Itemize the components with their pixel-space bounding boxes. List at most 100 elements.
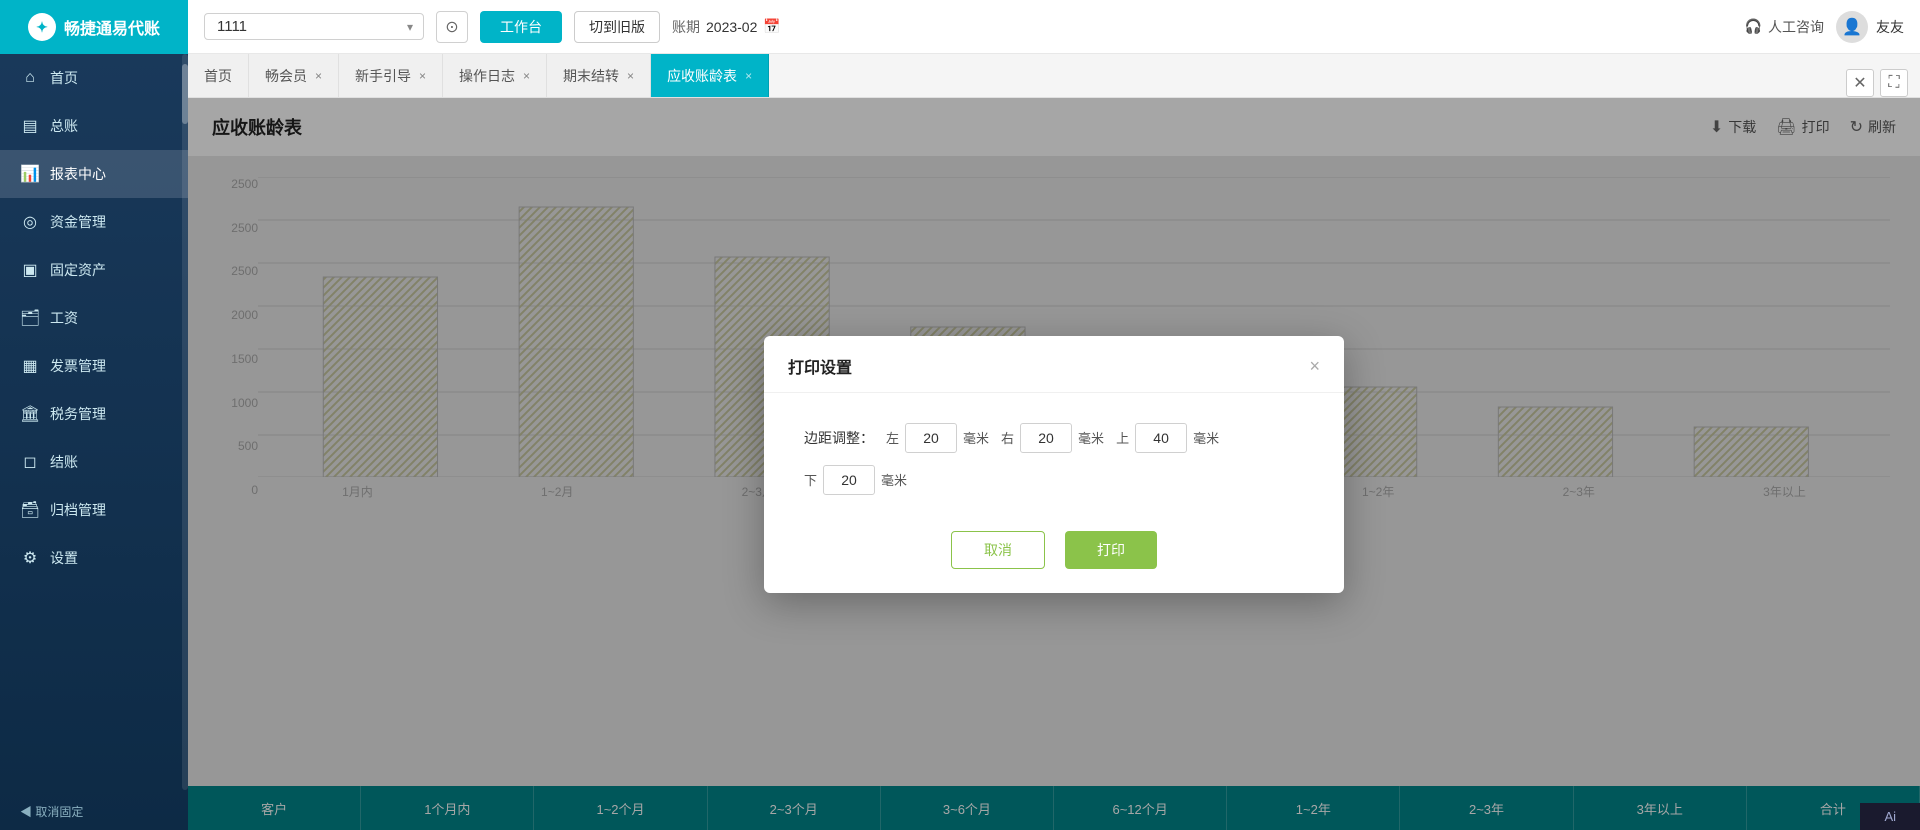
main-area: 1111 ▾ ⊙ 工作台 切到旧版 账期 2023-02 📅 🎧 人工咨询 👤 … [188,0,1920,830]
sidebar: ✦ 畅捷通易代账 ⌂ 首页 ▤ 总账 📊 报表中心 ◎ 资金管理 ▣ 固定资产 … [0,0,188,830]
support-icon: 🎧 [1745,18,1762,35]
tax-icon: 🏛 [20,404,40,424]
tab-guide[interactable]: 新手引导 × [339,54,443,97]
sidebar-label-invoice: 发票管理 [50,356,106,376]
sidebar-item-archive[interactable]: 🗃 归档管理 [0,486,188,534]
modal-overlay: 打印设置 × 边距调整： 左 毫米 右 毫米 [188,98,1920,830]
right-label: 右 [1001,428,1014,447]
modal-body: 边距调整： 左 毫米 右 毫米 上 [764,393,1344,515]
tab-period-end-label: 期末结转 [563,66,619,86]
tab-oplog-label: 操作日志 [459,66,515,86]
topbar: 1111 ▾ ⊙ 工作台 切到旧版 账期 2023-02 📅 🎧 人工咨询 👤 … [188,0,1920,54]
tab-aging-close[interactable]: × [745,69,752,83]
tab-guide-label: 新手引导 [355,66,411,86]
period-display: 账期 2023-02 📅 [672,17,781,37]
margin-top-input[interactable] [1135,423,1187,453]
margin-left-input[interactable] [905,423,957,453]
sidebar-label-archive: 归档管理 [50,500,106,520]
app-logo: ✦ 畅捷通易代账 [0,0,188,54]
margin-label: 边距调整： [804,428,874,448]
user-avatar: 👤 [1836,11,1868,43]
ai-label: Ai [1884,809,1896,824]
sidebar-item-funds[interactable]: ◎ 资金管理 [0,198,188,246]
funds-icon: ◎ [20,212,40,232]
left-label: 左 [886,428,899,447]
reports-icon: 📊 [20,164,40,184]
tab-member-close[interactable]: × [315,69,322,83]
copy-button[interactable]: ⊙ [436,11,468,43]
margin-bottom-group: 下 毫米 [804,465,907,495]
company-name: 1111 [217,18,401,35]
sidebar-item-invoice[interactable]: ▦ 发票管理 [0,342,188,390]
home-icon: ⌂ [20,69,40,87]
sidebar-item-ledger[interactable]: ▤ 总账 [0,102,188,150]
invoice-icon: ▦ [20,356,40,376]
tab-period-end[interactable]: 期末结转 × [547,54,651,97]
top-unit: 毫米 [1193,428,1219,447]
sidebar-label-salary: 工资 [50,308,78,328]
sidebar-item-settings[interactable]: ⚙ 设置 [0,534,188,582]
modal-footer: 取消 打印 [764,515,1344,593]
sidebar-label-tax: 税务管理 [50,404,106,424]
ledger-icon: ▤ [20,116,40,136]
bottom-label: 下 [804,470,817,489]
margin-row: 边距调整： 左 毫米 右 毫米 上 [804,423,1304,495]
margin-right-input[interactable] [1020,423,1072,453]
sidebar-item-reports[interactable]: 📊 报表中心 [0,150,188,198]
margin-left-group: 左 毫米 [886,423,989,453]
sidebar-item-tax[interactable]: 🏛 税务管理 [0,390,188,438]
tab-home[interactable]: 首页 [188,54,249,97]
sidebar-label-settings: 设置 [50,548,78,568]
margin-bottom-input[interactable] [823,465,875,495]
archive-icon: 🗃 [20,500,40,520]
username: 友友 [1876,17,1904,37]
sidebar-label-ledger: 总账 [50,116,78,136]
ai-badge[interactable]: Ai [1860,803,1920,830]
sidebar-item-checkout[interactable]: ◻ 结账 [0,438,188,486]
tab-home-label: 首页 [204,66,232,86]
tab-aging-label: 应收账龄表 [667,66,737,86]
sidebar-label-reports: 报表中心 [50,164,106,184]
left-unit: 毫米 [963,428,989,447]
assets-icon: ▣ [20,260,40,280]
tab-bar: 首页 畅会员 × 新手引导 × 操作日志 × 期末结转 × 应收账龄表 × ✕ … [188,54,1920,98]
tab-guide-close[interactable]: × [419,69,426,83]
tab-actions: ✕ ⛶ [1834,69,1920,97]
app-name: 畅捷通易代账 [64,15,160,39]
workbench-button[interactable]: 工作台 [480,11,562,43]
tab-member[interactable]: 畅会员 × [249,54,339,97]
expand-icon: ⛶ [1888,74,1899,92]
tab-period-end-close[interactable]: × [627,69,634,83]
salary-icon: 🗂 [20,308,40,328]
tab-oplog[interactable]: 操作日志 × [443,54,547,97]
print-settings-modal: 打印设置 × 边距调整： 左 毫米 右 毫米 [764,336,1344,593]
modal-close-button[interactable]: × [1309,357,1320,375]
tab-oplog-close[interactable]: × [523,69,530,83]
sidebar-item-home[interactable]: ⌂ 首页 [0,54,188,102]
content-area: 应收账龄表 ⬇ 下载 🖨 打印 ↻ 刷新 2500 [188,98,1920,830]
copy-icon: ⊙ [445,17,458,37]
modal-title: 打印设置 [788,354,852,378]
sidebar-item-salary[interactable]: 🗂 工资 [0,294,188,342]
tab-close-all-button[interactable]: ✕ [1846,69,1874,97]
cancel-button[interactable]: 取消 [951,531,1045,569]
sidebar-nav: ⌂ 首页 ▤ 总账 📊 报表中心 ◎ 资金管理 ▣ 固定资产 🗂 工资 ▦ 发票… [0,54,188,793]
sidebar-collapse-btn[interactable]: ◀ 取消固定 [0,793,188,830]
support-label: 人工咨询 [1768,17,1824,37]
checkout-icon: ◻ [20,452,40,472]
period-label: 账期 [672,17,700,37]
close-all-icon: ✕ [1853,73,1866,93]
sidebar-label-funds: 资金管理 [50,212,106,232]
sidebar-item-assets[interactable]: ▣ 固定资产 [0,246,188,294]
settings-icon: ⚙ [20,548,40,568]
support-button[interactable]: 🎧 人工咨询 [1745,17,1824,37]
oldversion-button[interactable]: 切到旧版 [574,11,660,43]
tab-aging[interactable]: 应收账龄表 × [651,54,769,97]
print-button[interactable]: 打印 [1065,531,1157,569]
tab-member-label: 畅会员 [265,66,307,86]
user-menu[interactable]: 👤 友友 [1836,11,1904,43]
calendar-icon[interactable]: 📅 [763,18,780,35]
sidebar-label-checkout: 结账 [50,452,78,472]
company-selector[interactable]: 1111 ▾ [204,13,424,40]
tab-expand-button[interactable]: ⛶ [1880,69,1908,97]
